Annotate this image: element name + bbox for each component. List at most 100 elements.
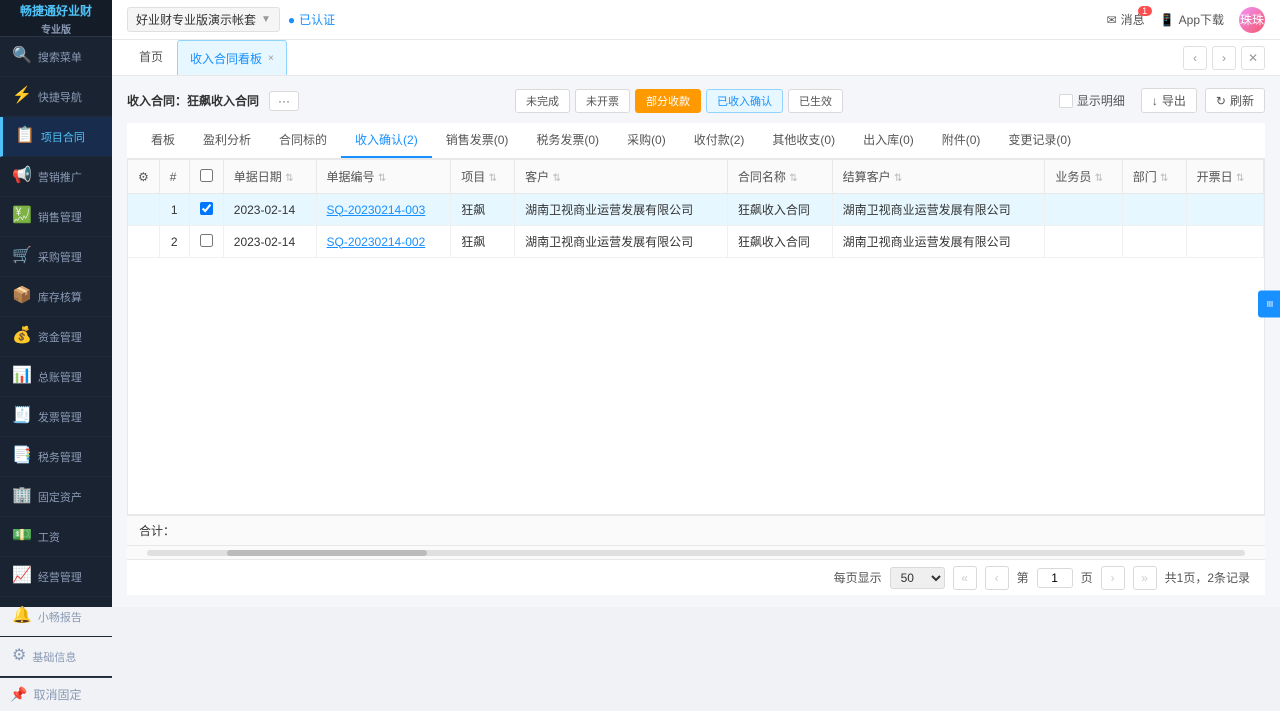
more-options-button[interactable]: ··· [269, 91, 299, 111]
company-selector[interactable]: 好业财专业版演示帐套 ▼ [127, 7, 280, 32]
scrollbar-track [147, 550, 1245, 556]
sidebar-item-assets[interactable]: 🏢 固定资产 [0, 477, 112, 517]
tab-prev-button[interactable]: ‹ [1183, 46, 1207, 70]
base-icon: ⚙ [12, 645, 26, 665]
per-page-select[interactable]: 50 100 200 [890, 567, 945, 589]
cell-check-1[interactable] [189, 226, 223, 258]
export-button[interactable]: ↓ 导出 [1141, 88, 1197, 113]
th-number[interactable]: 单据编号 ⇅ [316, 160, 451, 194]
page-suffix-label: 页 [1081, 569, 1093, 586]
th-project[interactable]: 项目 ⇅ [451, 160, 515, 194]
status-incomplete-button[interactable]: 未完成 [515, 89, 570, 113]
cell-customer-0: 湖南卫视商业运营发展有限公司 [515, 194, 728, 226]
display-detail-checkbox[interactable]: 显示明细 [1059, 92, 1125, 109]
app-download-button[interactable]: 📱 App下载 [1160, 11, 1224, 28]
tab-income-contract[interactable]: 收入合同看板 × [177, 40, 287, 75]
settlement-sort-icon: ⇅ [894, 173, 902, 184]
user-avatar[interactable]: 珠珠 [1239, 7, 1265, 33]
inner-tab-other[interactable]: 其他收支(0) [758, 123, 849, 158]
tab-close-icon[interactable]: × [268, 53, 274, 64]
inner-tab-sales-invoice[interactable]: 销售发票(0) [432, 123, 523, 158]
tab-close-all-button[interactable]: ✕ [1241, 46, 1265, 70]
tab-home[interactable]: 首页 [127, 40, 175, 75]
report-icon: 🔔 [12, 605, 32, 625]
scrollbar-area[interactable] [127, 545, 1265, 559]
cell-number-0[interactable]: SQ-20230214-003 [316, 194, 451, 226]
row-checkbox-0[interactable] [200, 202, 213, 215]
certified-badge: ● 已认证 [288, 11, 335, 28]
sidebar-item-ledger[interactable]: 📊 总账管理 [0, 357, 112, 397]
page-number-input[interactable] [1037, 568, 1073, 588]
inner-tab-tax-invoice[interactable]: 税务发票(0) [522, 123, 613, 158]
inner-tab-profit[interactable]: 盈利分析 [189, 123, 265, 158]
th-settlement[interactable]: 结算客户 ⇅ [832, 160, 1045, 194]
sidebar-item-base[interactable]: ⚙ 基础信息 [0, 637, 112, 677]
prev-page-button[interactable]: ‹ [985, 566, 1009, 590]
th-check[interactable] [189, 160, 223, 194]
document-number-link-1[interactable]: SQ-20230214-002 [327, 235, 426, 249]
th-customer[interactable]: 客户 ⇅ [515, 160, 728, 194]
th-contract[interactable]: 合同名称 ⇅ [727, 160, 832, 194]
cell-open-date-0 [1186, 194, 1263, 226]
th-department[interactable]: 部门 ⇅ [1122, 160, 1186, 194]
sidebar-item-project-contract[interactable]: 📋 项目合同 [0, 117, 112, 157]
sidebar-inventory-label: 库存核算 [38, 289, 82, 305]
inner-tab-revenue-confirm[interactable]: 收入确认(2) [341, 123, 432, 158]
inner-tab-changes[interactable]: 变更记录(0) [994, 123, 1085, 158]
cell-number-1[interactable]: SQ-20230214-002 [316, 226, 451, 258]
page-header: 收入合同：狂飙收入合同 ··· 未完成 未开票 部分收款 已收入确认 已生效 显… [127, 88, 1265, 113]
status-effective-button[interactable]: 已生效 [788, 89, 843, 113]
status-uninvoiced-button[interactable]: 未开票 [575, 89, 630, 113]
sidebar-item-inventory[interactable]: 📦 库存核算 [0, 277, 112, 317]
salary-icon: 💵 [12, 525, 32, 545]
sidebar-item-finance[interactable]: 💰 资金管理 [0, 317, 112, 357]
notification-button[interactable]: ✉ 1 消息 [1107, 11, 1145, 28]
tabs-bar: 首页 收入合同看板 × ‹ › ✕ [112, 40, 1280, 76]
sidebar-item-salary[interactable]: 💵 工资 [0, 517, 112, 557]
inner-tab-subject[interactable]: 合同标的 [265, 123, 341, 158]
quicknav-icon: ⚡ [12, 85, 32, 105]
th-salesperson[interactable]: 业务员 ⇅ [1045, 160, 1122, 194]
document-number-link-0[interactable]: SQ-20230214-003 [327, 203, 426, 217]
invoice-icon: 🧾 [12, 405, 32, 425]
app-logo: 畅捷通好业财 专业版 [0, 0, 112, 37]
select-all-checkbox[interactable] [200, 169, 213, 182]
sidebar-item-invoice[interactable]: 🧾 发票管理 [0, 397, 112, 437]
first-page-button[interactable]: « [953, 566, 977, 590]
sidebar-item-tax[interactable]: 📑 税务管理 [0, 437, 112, 477]
inner-tab-payment[interactable]: 收付款(2) [680, 123, 759, 158]
cell-project-1: 狂飙 [451, 226, 515, 258]
last-page-button[interactable]: » [1133, 566, 1157, 590]
th-settings[interactable]: ⚙ [128, 160, 159, 194]
app-version: 专业版 [41, 21, 71, 36]
sidebar-item-quicknav[interactable]: ⚡ 快捷导航 [0, 77, 112, 117]
right-panel-button[interactable]: ≡ [1258, 290, 1280, 317]
inner-tab-warehouse[interactable]: 出入库(0) [849, 123, 928, 158]
sidebar-item-search[interactable]: 🔍 搜索菜单 [0, 37, 112, 77]
tab-nav-controls: ‹ › ✕ [1183, 40, 1265, 75]
refresh-button[interactable]: ↻ 刷新 [1205, 88, 1265, 113]
inner-tab-attachments[interactable]: 附件(0) [928, 123, 995, 158]
cell-settlement-0: 湖南卫视商业运营发展有限公司 [832, 194, 1045, 226]
sidebar-item-sales[interactable]: 💹 销售管理 [0, 197, 112, 237]
inner-tab-dashboard[interactable]: 看板 [137, 123, 189, 158]
scrollbar-thumb[interactable] [227, 550, 427, 556]
row-checkbox-1[interactable] [200, 234, 213, 247]
sidebar-item-report[interactable]: 🔔 小畅报告 [0, 597, 112, 637]
sidebar-item-purchase[interactable]: 🛒 采购管理 [0, 237, 112, 277]
status-partial-button[interactable]: 部分收款 [635, 89, 701, 113]
open-date-sort-icon: ⇅ [1236, 173, 1244, 184]
status-confirmed-button[interactable]: 已收入确认 [706, 89, 783, 113]
cell-check-0[interactable] [189, 194, 223, 226]
next-page-button[interactable]: › [1101, 566, 1125, 590]
company-caret-icon: ▼ [261, 14, 271, 25]
th-date[interactable]: 单据日期 ⇅ [223, 160, 316, 194]
sidebar-item-mgmt[interactable]: 📈 经营管理 [0, 557, 112, 597]
inner-tab-purchase[interactable]: 采购(0) [613, 123, 680, 158]
marketing-icon: 📢 [12, 165, 32, 185]
tab-next-button[interactable]: › [1212, 46, 1236, 70]
th-open-date[interactable]: 开票日 ⇅ [1186, 160, 1263, 194]
sidebar-item-marketing[interactable]: 📢 营销推广 [0, 157, 112, 197]
project-contract-icon: 📋 [15, 125, 35, 145]
unpin-button[interactable]: 📌 取消固定 [0, 678, 112, 711]
